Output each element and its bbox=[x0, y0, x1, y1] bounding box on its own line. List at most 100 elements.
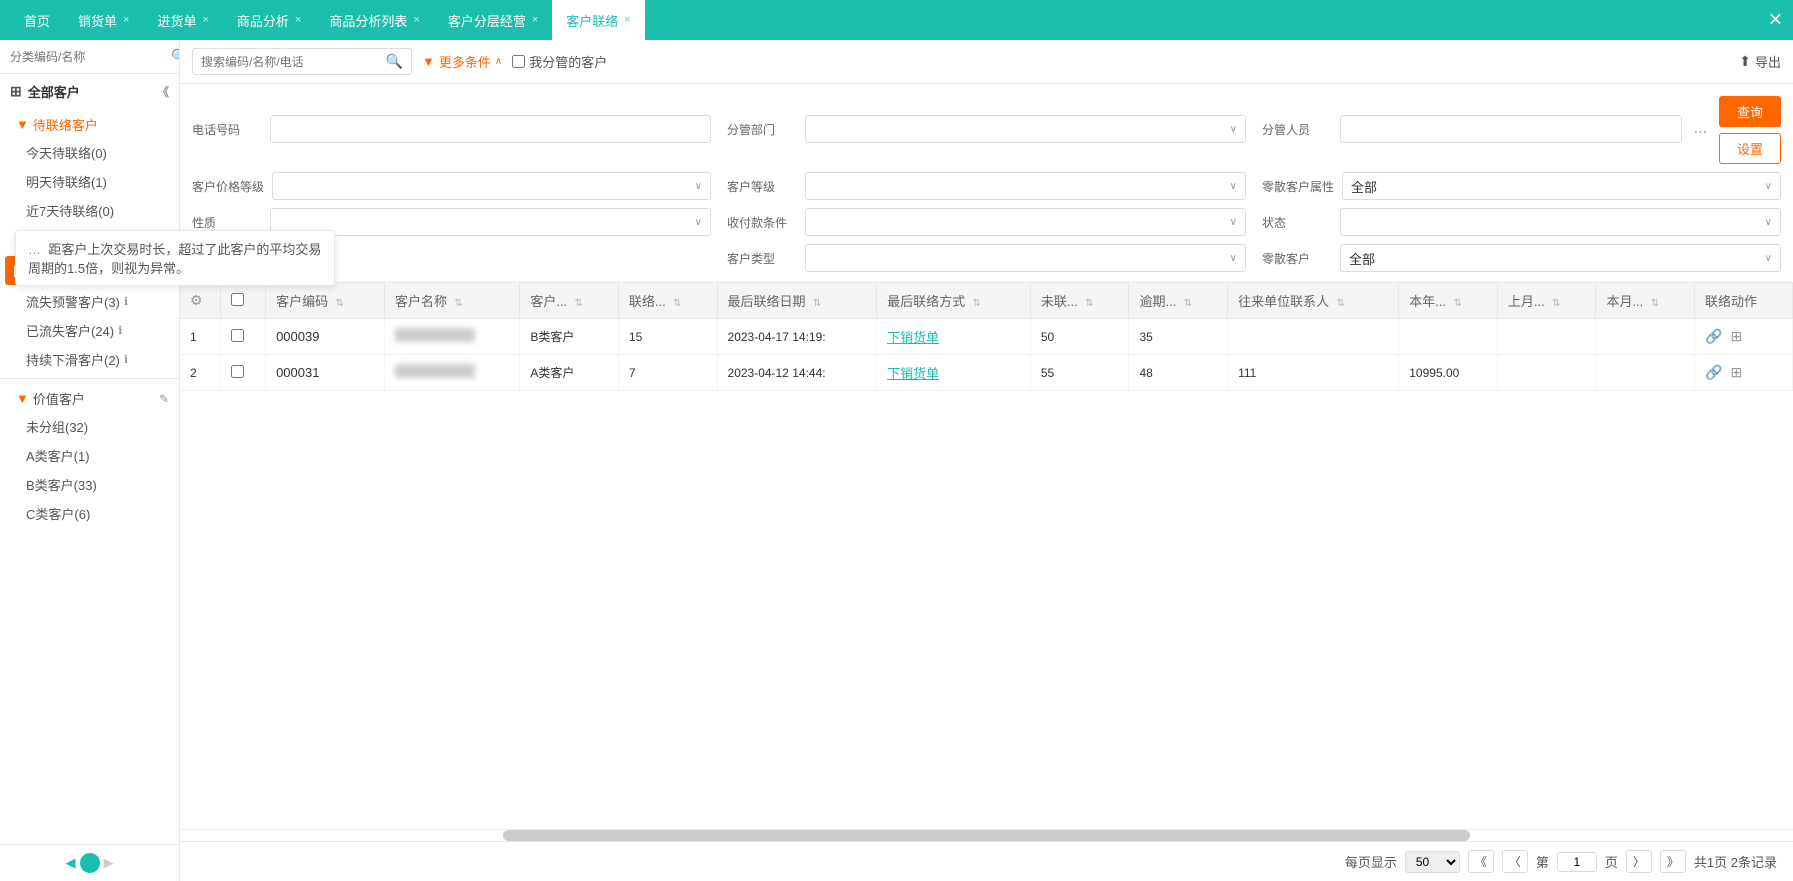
query-button[interactable]: 查询 bbox=[1719, 96, 1781, 127]
grid-action-icon-1[interactable]: ⊞ bbox=[1730, 328, 1742, 345]
retail-attr-select[interactable]: 全部 ∨ bbox=[1342, 172, 1781, 200]
search-input[interactable] bbox=[201, 55, 380, 69]
cell-last-month bbox=[1497, 355, 1596, 391]
th-checkbox[interactable] bbox=[220, 283, 266, 319]
customer-type-select[interactable]: ∨ bbox=[805, 244, 1246, 272]
close-icon-purchase[interactable]: × bbox=[202, 14, 208, 26]
next-page-button[interactable]: 〉 bbox=[1626, 850, 1652, 873]
page-input[interactable] bbox=[1557, 852, 1597, 872]
sidebar-bottom-arrow[interactable]: ◀ ▶ bbox=[0, 844, 179, 881]
action-icons-1: 🔗 ⊞ bbox=[1705, 328, 1782, 345]
last-method-link-1[interactable]: 下销货单 bbox=[887, 330, 939, 345]
close-icon-customer-contact[interactable]: × bbox=[624, 14, 630, 26]
chevron-down-retail-customer: ∨ bbox=[1765, 253, 1772, 264]
nav-item-product-analysis[interactable]: 商品分析 × bbox=[223, 0, 315, 40]
cell-action: 🔗 ⊞ bbox=[1695, 355, 1793, 391]
th-this-year[interactable]: 本年... ⇅ bbox=[1399, 283, 1498, 319]
close-icon-sales[interactable]: × bbox=[123, 14, 129, 26]
last-page-button[interactable]: 》 bbox=[1660, 850, 1686, 873]
th-contact-count[interactable]: 联络... ⇅ bbox=[618, 283, 717, 319]
nav-item-customer-contact[interactable]: 客户联络 × bbox=[552, 0, 644, 40]
settings-button[interactable]: 设置 bbox=[1719, 133, 1781, 164]
department-select[interactable]: ∨ bbox=[805, 115, 1246, 143]
price-level-select[interactable]: ∨ bbox=[272, 172, 711, 200]
th-last-month[interactable]: 上月... ⇅ bbox=[1497, 283, 1596, 319]
th-last-method[interactable]: 最后联络方式 ⇅ bbox=[877, 283, 1031, 319]
nav-item-purchase[interactable]: 进货单 × bbox=[143, 0, 222, 40]
cell-checkbox[interactable] bbox=[220, 319, 266, 355]
close-icon-product-analysis[interactable]: × bbox=[295, 14, 301, 26]
more-conditions-button[interactable]: ▼ 更多条件 ∧ bbox=[422, 52, 502, 71]
all-customers-header[interactable]: ⊞ 全部客户 《 bbox=[0, 74, 179, 109]
nav-item-product-list[interactable]: 商品分析列表 × bbox=[315, 0, 433, 40]
sidebar-item-today[interactable]: 今天待联络(0) bbox=[0, 138, 179, 167]
pagination-bar: 每页显示 50 100 200 《 〈 第 页 〉 》 共1页 2条记录 bbox=[180, 841, 1793, 881]
first-page-button[interactable]: 《 bbox=[1468, 850, 1494, 873]
nav-item-sales[interactable]: 销货单 × bbox=[64, 0, 143, 40]
sidebar-item-b-class[interactable]: B类客户(33) bbox=[0, 470, 179, 499]
cell-overdue: 48 bbox=[1129, 355, 1228, 391]
cell-last-method[interactable]: 下销货单 bbox=[877, 319, 1031, 355]
gear-icon[interactable]: ⚙ bbox=[190, 292, 210, 309]
payment-select[interactable]: ∨ bbox=[805, 208, 1246, 236]
my-customers-toggle[interactable]: 我分管的客户 bbox=[512, 52, 607, 71]
sidebar-item-churned[interactable]: 已流失客户(24) ℹ bbox=[0, 316, 179, 345]
sidebar-item-c-class[interactable]: C类客户(6) bbox=[0, 499, 179, 528]
th-contact-person[interactable]: 往来单位联系人 ⇅ bbox=[1228, 283, 1399, 319]
gender-label: 性质 bbox=[192, 214, 262, 231]
person-input[interactable] bbox=[1340, 115, 1682, 143]
chevron-down-gender: ∨ bbox=[695, 217, 702, 228]
th-overdue[interactable]: 逾期... ⇅ bbox=[1129, 283, 1228, 319]
link-icon-2[interactable]: 🔗 bbox=[1705, 364, 1722, 381]
grid-action-icon-2[interactable]: ⊞ bbox=[1730, 364, 1742, 381]
close-all-button[interactable]: ✕ bbox=[1768, 10, 1783, 31]
th-settings[interactable]: ⚙ bbox=[180, 283, 220, 319]
value-group-header[interactable]: ▼ 价值客户 ✎ bbox=[0, 383, 179, 412]
sidebar-search-icon[interactable]: 🔍 bbox=[171, 48, 180, 65]
sidebar-item-tomorrow[interactable]: 明天待联络(1) bbox=[0, 167, 179, 196]
nav-item-home[interactable]: 首页 bbox=[10, 0, 64, 40]
th-this-month[interactable]: 本月... ⇅ bbox=[1596, 283, 1695, 319]
customer-level-select[interactable]: ∨ bbox=[805, 172, 1246, 200]
last-method-link-2[interactable]: 下销货单 bbox=[887, 366, 939, 381]
sidebar-item-declining[interactable]: 持续下滑客户(2) ℹ bbox=[0, 345, 179, 374]
sidebar-item-churn-warning[interactable]: 流失预警客户(3) ℹ bbox=[0, 287, 179, 316]
th-no-contact[interactable]: 未联... ⇅ bbox=[1030, 283, 1129, 319]
person-label: 分管人员 bbox=[1262, 121, 1332, 138]
prev-page-button[interactable]: 〈 bbox=[1502, 850, 1528, 873]
export-button[interactable]: ⬆ 导出 bbox=[1739, 52, 1781, 71]
th-code[interactable]: 客户编码 ⇅ bbox=[266, 283, 385, 319]
sidebar-search-input[interactable] bbox=[10, 50, 165, 64]
chevron-down-level: ∨ bbox=[1230, 181, 1237, 192]
ellipsis-person[interactable]: ... bbox=[1690, 120, 1711, 138]
collapse-icon[interactable]: 《 bbox=[157, 83, 169, 100]
cell-checkbox[interactable] bbox=[220, 355, 266, 391]
phone-input[interactable] bbox=[270, 115, 711, 143]
select-all-checkbox[interactable] bbox=[231, 293, 244, 306]
pending-contact-group[interactable]: ▼ 待联络客户 bbox=[0, 109, 179, 138]
th-last-date[interactable]: 最后联络日期 ⇅ bbox=[717, 283, 877, 319]
status-select[interactable]: ∨ bbox=[1340, 208, 1781, 236]
row-checkbox-2[interactable] bbox=[231, 365, 244, 378]
link-icon-1[interactable]: 🔗 bbox=[1705, 328, 1722, 345]
edit-icon[interactable]: ✎ bbox=[159, 392, 169, 406]
sidebar-item-unclassified[interactable]: 未分组(32) bbox=[0, 412, 179, 441]
cell-last-method[interactable]: 下销货单 bbox=[877, 355, 1031, 391]
gender-select[interactable]: ∨ bbox=[270, 208, 711, 236]
price-level-label: 客户价格等级 bbox=[192, 178, 264, 195]
cell-this-year bbox=[1399, 319, 1498, 355]
search-icon[interactable]: 🔍 bbox=[386, 53, 403, 70]
sidebar-item-7days[interactable]: 近7天待联络(0) bbox=[0, 196, 179, 225]
close-icon-product-list[interactable]: × bbox=[413, 14, 419, 26]
nav-item-customer-segment[interactable]: 客户分层经营 × bbox=[434, 0, 552, 40]
th-level[interactable]: 客户... ⇅ bbox=[520, 283, 619, 319]
horizontal-scrollbar[interactable] bbox=[180, 829, 1793, 841]
th-name[interactable]: 客户名称 ⇅ bbox=[384, 283, 519, 319]
sidebar-item-a-class[interactable]: A类客户(1) bbox=[0, 441, 179, 470]
filter-row-phone: 电话号码 bbox=[192, 94, 711, 164]
per-page-select[interactable]: 50 100 200 bbox=[1405, 851, 1460, 873]
row-checkbox-1[interactable] bbox=[231, 329, 244, 342]
my-customers-checkbox[interactable] bbox=[512, 55, 525, 68]
close-icon-customer-segment[interactable]: × bbox=[532, 14, 538, 26]
retail-customer-select[interactable]: 全部 ∨ bbox=[1340, 244, 1781, 272]
